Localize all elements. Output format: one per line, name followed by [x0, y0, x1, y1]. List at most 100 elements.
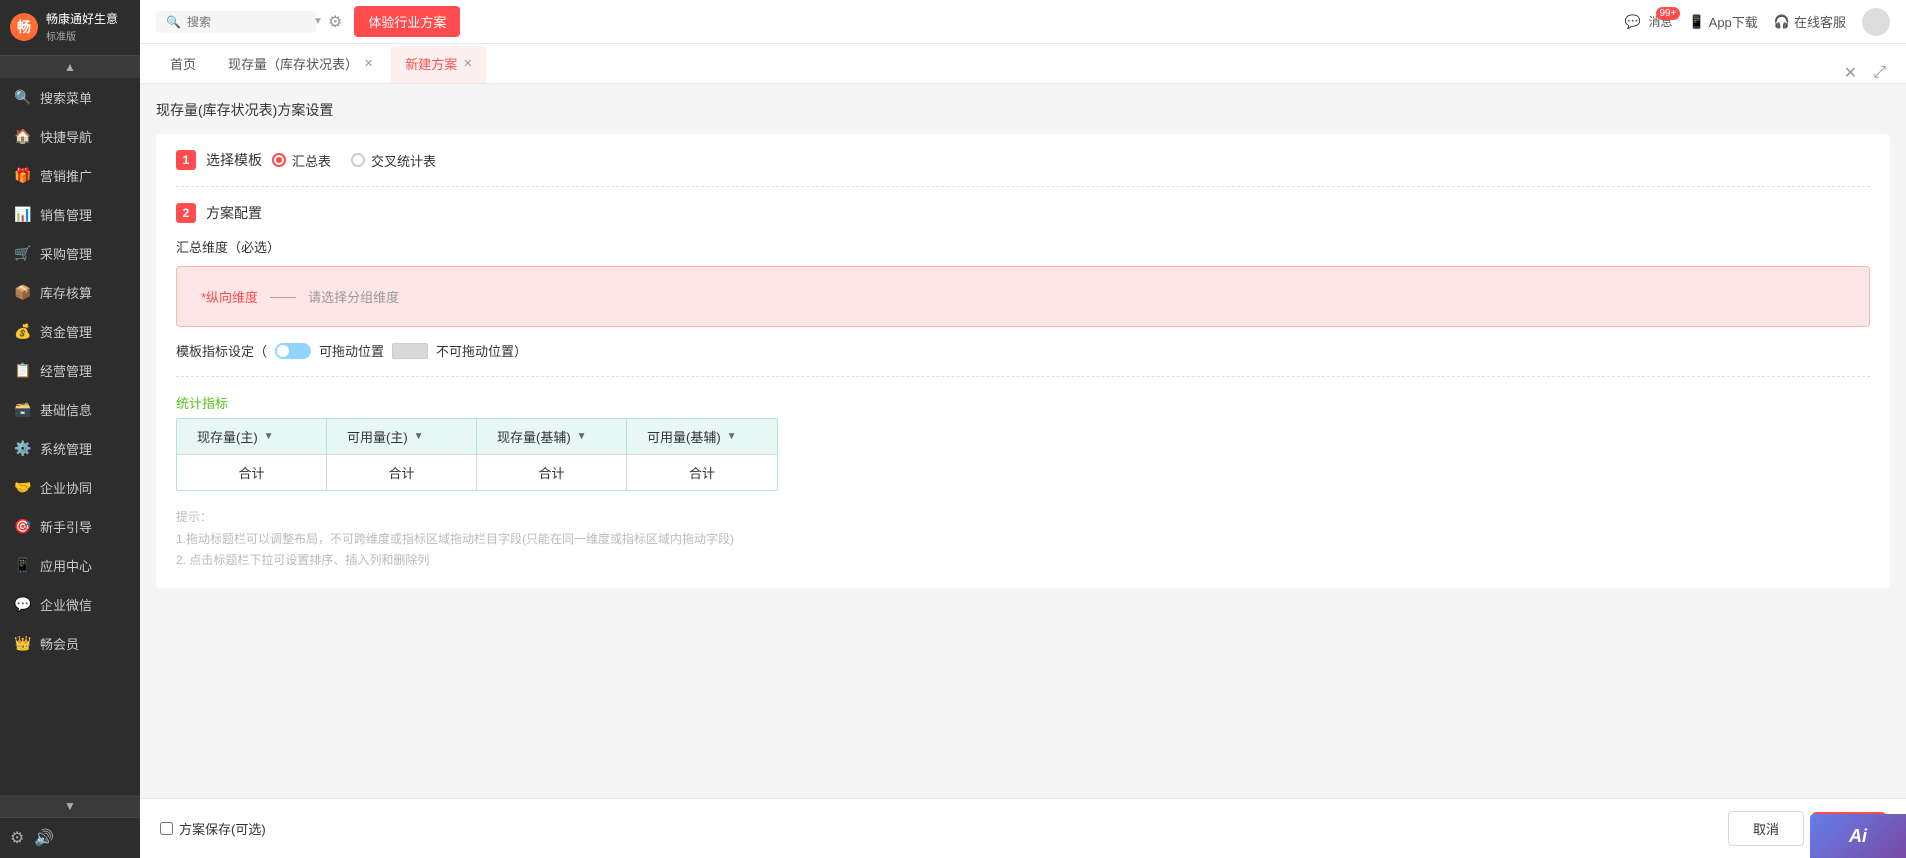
sidebar-item-operations[interactable]: 📋 经营管理 [0, 351, 140, 390]
newuser-icon: 🎯 [14, 517, 32, 535]
sidebar-scroll-down[interactable]: ▼ [0, 795, 140, 817]
template-radio-group: 汇总表 交叉统计表 [272, 151, 436, 170]
sidebar-item-search-menu[interactable]: 🔍 搜索菜单 [0, 78, 140, 117]
sidebar-item-system[interactable]: ⚙️ 系统管理 [0, 429, 140, 468]
draggable-toggle[interactable] [275, 343, 311, 359]
sidebar-item-purchase[interactable]: 🛒 采购管理 [0, 234, 140, 273]
indicator-label: 模板指标设定（ [176, 341, 267, 360]
main-area: 🔍 ▼ ⚙ 体验行业方案 💬 99+ 消息 📱 App下载 🎧 在线客服 [140, 0, 1906, 858]
settings-card: 1 选择模板 汇总表 交叉统计表 2 方案配置 [156, 134, 1890, 588]
sidebar-item-label-sales: 销售管理 [40, 205, 92, 224]
ai-fab-button[interactable]: Ai [1810, 814, 1906, 858]
sidebar-item-basics[interactable]: 🗃️ 基础信息 [0, 390, 140, 429]
col-header-1[interactable]: 可用量(主) ▼ [327, 419, 477, 454]
avatar[interactable] [1862, 8, 1890, 36]
message-count: 99+ [1656, 7, 1681, 20]
footer-bar: 方案保存(可选) 取消 查询 [140, 798, 1906, 858]
sidebar-item-finance[interactable]: 💰 资金管理 [0, 312, 140, 351]
tab-inventory-close-icon[interactable]: ✕ [364, 57, 373, 70]
content-area: 现存量(库存状况表)方案设置 1 选择模板 汇总表 交叉统计表 [140, 84, 1906, 798]
sidebar-item-quick-nav[interactable]: 🏠 快捷导航 [0, 117, 140, 156]
step2-header: 2 方案配置 [176, 203, 1870, 223]
operations-icon: 📋 [14, 361, 32, 379]
col-label-0: 现存量(主) [197, 427, 258, 446]
tab-new-scheme[interactable]: 新建方案 ✕ [391, 46, 486, 83]
not-draggable-label: 不可拖动位置） [436, 341, 527, 360]
not-draggable-indicator [392, 343, 428, 359]
step2-num: 2 [176, 203, 196, 223]
cancel-button[interactable]: 取消 [1728, 811, 1804, 846]
sidebar: 畅 畅康通好生意 标准版 ▲ 🔍 搜索菜单 🏠 快捷导航 🎁 营销推广 📊 销售… [0, 0, 140, 858]
sidebar-scroll-up[interactable]: ▲ [0, 56, 140, 78]
save-scheme-label: 方案保存(可选) [179, 819, 266, 838]
ai-label: Ai [1849, 826, 1867, 847]
save-scheme-checkbox[interactable] [160, 822, 173, 835]
dimension-area[interactable]: *纵向维度 —— 请选择分组维度 [176, 266, 1870, 327]
sidebar-item-label-finance: 资金管理 [40, 322, 92, 341]
col-label-2: 现存量(基辅) [497, 427, 571, 446]
radio-summary-circle [272, 153, 286, 167]
system-icon: ⚙️ [14, 439, 32, 457]
chevron-down-col1-icon[interactable]: ▼ [414, 431, 424, 442]
sidebar-item-appcenter[interactable]: 📱 应用中心 [0, 546, 140, 585]
sidebar-item-label-inventory: 库存核算 [40, 283, 92, 302]
sidebar-item-wechat[interactable]: 💬 企业微信 [0, 585, 140, 624]
col-header-2[interactable]: 现存量(基辅) ▼ [477, 419, 627, 454]
sidebar-item-membership[interactable]: 👑 畅会员 [0, 624, 140, 663]
tab-inventory-label: 现存量（库存状况表） [228, 54, 358, 73]
chevron-down-col0-icon[interactable]: ▼ [264, 431, 274, 442]
inventory-icon: 📦 [14, 283, 32, 301]
save-scheme-checkbox-label[interactable]: 方案保存(可选) [160, 819, 1720, 838]
purchase-icon: 🛒 [14, 244, 32, 262]
tab-new-scheme-close-icon[interactable]: ✕ [463, 57, 472, 70]
sidebar-item-enterprise[interactable]: 🤝 企业协同 [0, 468, 140, 507]
radio-summary[interactable]: 汇总表 [272, 151, 331, 170]
gear-icon[interactable]: ⚙ [328, 12, 342, 32]
sidebar-item-sales[interactable]: 📊 销售管理 [0, 195, 140, 234]
industry-btn[interactable]: 体验行业方案 [354, 6, 460, 37]
col-label-3: 可用量(基辅) [647, 427, 721, 446]
chevron-down-col2-icon[interactable]: ▼ [577, 431, 587, 442]
step1-header: 1 选择模板 汇总表 交叉统计表 [176, 150, 1870, 170]
col-header-0[interactable]: 现存量(主) ▼ [177, 419, 327, 454]
sidebar-item-label-quick: 快捷导航 [40, 127, 92, 146]
tab-home-label: 首页 [170, 54, 196, 73]
appcenter-icon: 📱 [14, 556, 32, 574]
sidebar-item-marketing[interactable]: 🎁 营销推广 [0, 156, 140, 195]
sidebar-item-newuser[interactable]: 🎯 新手引导 [0, 507, 140, 546]
radio-crosstab[interactable]: 交叉统计表 [351, 151, 436, 170]
col-cell-0-1: 合计 [327, 455, 477, 490]
sidebar-item-label-appcenter: 应用中心 [40, 556, 92, 575]
step1-num: 1 [176, 150, 196, 170]
sidebar-item-label-purchase: 采购管理 [40, 244, 92, 263]
chevron-down-col3-icon[interactable]: ▼ [727, 431, 737, 442]
app-download-link[interactable]: 📱 App下载 [1688, 12, 1757, 31]
online-service-link[interactable]: 🎧 在线客服 [1774, 12, 1846, 31]
sidebar-item-label-newuser: 新手引导 [40, 517, 92, 536]
search-input[interactable] [187, 15, 307, 29]
tab-home[interactable]: 首页 [156, 46, 210, 83]
sidebar-footer: ⚙ 🔊 [0, 817, 140, 858]
sidebar-item-label-membership: 畅会员 [40, 634, 79, 653]
headset-icon: 🎧 [1774, 14, 1790, 30]
membership-icon: 👑 [14, 634, 32, 652]
divider2 [176, 376, 1870, 377]
divider1 [176, 186, 1870, 187]
sound-footer-icon[interactable]: 🔊 [34, 828, 54, 848]
settings-footer-icon[interactable]: ⚙ [10, 828, 24, 848]
col-header-3[interactable]: 可用量(基辅) ▼ [627, 419, 777, 454]
sidebar-nav: 🔍 搜索菜单 🏠 快捷导航 🎁 营销推广 📊 销售管理 🛒 采购管理 📦 库存核… [0, 78, 140, 795]
message-badge[interactable]: 💬 99+ 消息 [1625, 13, 1673, 30]
app-name: 畅康通好生意 [46, 12, 118, 28]
draggable-label: 可拖动位置 [319, 341, 384, 360]
tab-inventory-status[interactable]: 现存量（库存状况表） ✕ [214, 46, 387, 83]
sales-icon: 📊 [14, 205, 32, 223]
sidebar-item-inventory[interactable]: 📦 库存核算 [0, 273, 140, 312]
sidebar-item-label-marketing: 营销推广 [40, 166, 92, 185]
close-window-icon[interactable]: ✕ [1840, 63, 1861, 83]
tabbar: 首页 现存量（库存状况表） ✕ 新建方案 ✕ ✕ ⤢ [140, 44, 1906, 84]
search-menu-icon: 🔍 [14, 88, 32, 106]
tab-new-scheme-label: 新建方案 [405, 54, 457, 73]
expand-window-icon[interactable]: ⤢ [1869, 64, 1890, 82]
topbar: 🔍 ▼ ⚙ 体验行业方案 💬 99+ 消息 📱 App下载 🎧 在线客服 [140, 0, 1906, 44]
